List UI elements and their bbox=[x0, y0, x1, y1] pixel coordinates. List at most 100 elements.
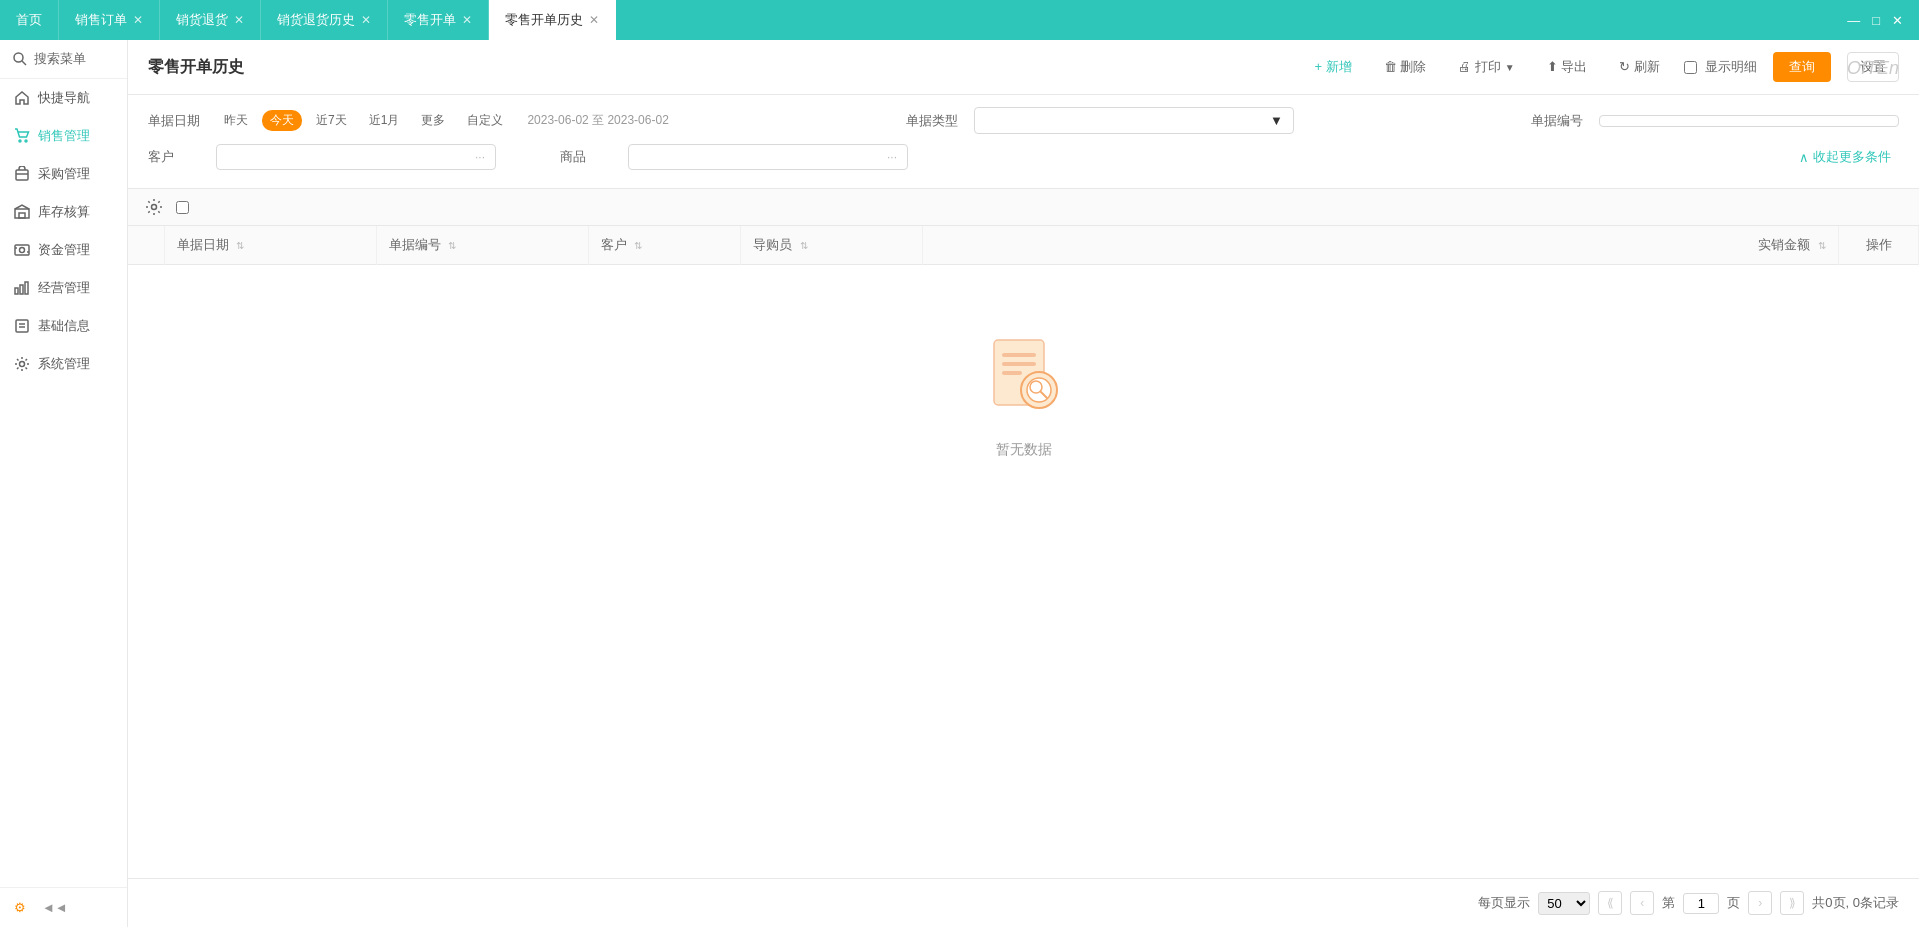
show-detail-label-text: 显示明细 bbox=[1705, 58, 1757, 76]
print-button[interactable]: 🖨 打印 ▼ bbox=[1450, 54, 1523, 80]
customer-input[interactable]: ··· bbox=[216, 144, 496, 170]
window-maximize[interactable]: □ bbox=[1872, 13, 1880, 28]
col-customer[interactable]: 客户 ⇅ bbox=[588, 226, 741, 265]
sidebar-item-basic-info-label: 基础信息 bbox=[38, 317, 90, 335]
prev-page-btn[interactable]: ‹ bbox=[1630, 891, 1654, 915]
first-page-btn[interactable]: ⟪ bbox=[1598, 891, 1622, 915]
bill-no-input[interactable] bbox=[1599, 115, 1899, 127]
toolbar: + 新增 🗑 删除 🖨 打印 ▼ ⬆ 导出 ↻ 刷新 显示明细 bbox=[1306, 52, 1899, 82]
shortcut-7days[interactable]: 近7天 bbox=[308, 110, 355, 131]
shortcut-more[interactable]: 更多 bbox=[413, 110, 453, 131]
delete-button[interactable]: 🗑 删除 bbox=[1376, 54, 1435, 80]
next-page-btn[interactable]: › bbox=[1748, 891, 1772, 915]
svg-rect-7 bbox=[19, 213, 25, 218]
sidebar-collapse-btn[interactable]: ◄◄ bbox=[42, 900, 68, 915]
add-button[interactable]: + 新增 bbox=[1306, 54, 1359, 80]
col-actions: 操作 bbox=[1839, 226, 1919, 265]
col-date-sort[interactable]: ⇅ bbox=[236, 240, 244, 251]
window-minimize[interactable]: — bbox=[1847, 13, 1860, 28]
col-amount-label: 实销金额 bbox=[1758, 237, 1810, 252]
col-customer-label: 客户 bbox=[601, 237, 627, 252]
bill-type-label: 单据类型 bbox=[906, 112, 962, 130]
sidebar-search[interactable]: 搜索菜单 bbox=[0, 40, 127, 79]
tab-sales-order[interactable]: 销售订单 ✕ bbox=[59, 0, 160, 40]
sidebar-item-quick-nav[interactable]: 快捷导航 bbox=[0, 79, 127, 117]
tab-sales-return-history[interactable]: 销货退货历史 ✕ bbox=[261, 0, 388, 40]
tab-sales-order-close[interactable]: ✕ bbox=[133, 13, 143, 27]
customer-browse-icon[interactable]: ··· bbox=[475, 150, 485, 164]
settings-button[interactable]: 设置 bbox=[1847, 52, 1899, 82]
empty-text: 暂无数据 bbox=[996, 441, 1052, 459]
sidebar-settings-btn[interactable]: ⚙ bbox=[14, 900, 26, 915]
sidebar-item-system-label: 系统管理 bbox=[38, 355, 90, 373]
window-close[interactable]: ✕ bbox=[1892, 13, 1903, 28]
tab-home[interactable]: 首页 bbox=[0, 0, 59, 40]
tab-sales-return[interactable]: 销货退货 ✕ bbox=[160, 0, 261, 40]
sidebar-item-sales-mgmt[interactable]: 销售管理 bbox=[0, 117, 127, 155]
tab-retail-open-close[interactable]: ✕ bbox=[462, 13, 472, 27]
table-area: 单据日期 ⇅ 单据编号 ⇅ 客户 ⇅ bbox=[128, 189, 1919, 878]
col-salesperson[interactable]: 导购员 ⇅ bbox=[741, 226, 923, 265]
tab-retail-open-label: 零售开单 bbox=[404, 11, 456, 29]
tab-sales-return-history-close[interactable]: ✕ bbox=[361, 13, 371, 27]
table-settings-icon[interactable] bbox=[144, 197, 164, 217]
col-checkbox bbox=[128, 226, 164, 265]
tab-retail-history[interactable]: 零售开单历史 ✕ bbox=[489, 0, 616, 40]
collapse-label: 收起更多条件 bbox=[1813, 148, 1891, 166]
print-dropdown-icon[interactable]: ▼ bbox=[1505, 62, 1515, 73]
sidebar-search-label: 搜索菜单 bbox=[34, 50, 86, 68]
shortcut-custom[interactable]: 自定义 bbox=[459, 110, 511, 131]
sidebar-item-inventory[interactable]: 库存核算 bbox=[0, 193, 127, 231]
col-amount[interactable]: 实销金额 ⇅ bbox=[923, 226, 1839, 265]
shortcut-1month[interactable]: 近1月 bbox=[361, 110, 408, 131]
shortcut-today[interactable]: 今天 bbox=[262, 110, 302, 131]
product-input[interactable]: ··· bbox=[628, 144, 908, 170]
product-browse-icon[interactable]: ··· bbox=[887, 150, 897, 164]
tab-sales-order-label: 销售订单 bbox=[75, 11, 127, 29]
tab-retail-history-close[interactable]: ✕ bbox=[589, 13, 599, 27]
tab-sales-return-close[interactable]: ✕ bbox=[234, 13, 244, 27]
col-actions-label: 操作 bbox=[1866, 237, 1892, 252]
col-date[interactable]: 单据日期 ⇅ bbox=[164, 226, 376, 265]
table-container: 单据日期 ⇅ 单据编号 ⇅ 客户 ⇅ bbox=[128, 226, 1919, 878]
refresh-button[interactable]: ↻ 刷新 bbox=[1611, 54, 1668, 80]
shortcut-yesterday[interactable]: 昨天 bbox=[216, 110, 256, 131]
sidebar-item-basic-info[interactable]: 基础信息 bbox=[0, 307, 127, 345]
last-page-btn[interactable]: ⟫ bbox=[1780, 891, 1804, 915]
print-label: 🖨 打印 bbox=[1458, 58, 1501, 76]
top-tabbar: 首页 销售订单 ✕ 销货退货 ✕ 销货退货历史 ✕ 零售开单 ✕ 零售开单历史 … bbox=[0, 0, 1919, 40]
col-customer-sort[interactable]: ⇅ bbox=[634, 240, 642, 251]
svg-rect-12 bbox=[15, 288, 18, 294]
pagination: 每页显示 50 10 20 100 ⟪ ‹ 第 页 › ⟫ 共0页, 0条记录 bbox=[128, 878, 1919, 927]
sidebar-item-system[interactable]: 系统管理 bbox=[0, 345, 127, 383]
col-no[interactable]: 单据编号 ⇅ bbox=[376, 226, 588, 265]
per-page-select[interactable]: 50 10 20 100 bbox=[1538, 892, 1590, 915]
delete-label: 🗑 删除 bbox=[1384, 58, 1427, 76]
refresh-label: ↻ 刷新 bbox=[1619, 58, 1660, 76]
tab-retail-open[interactable]: 零售开单 ✕ bbox=[388, 0, 489, 40]
bill-no-label: 单据编号 bbox=[1531, 112, 1587, 130]
col-amount-sort[interactable]: ⇅ bbox=[1818, 240, 1826, 251]
info-icon bbox=[14, 318, 30, 334]
collapse-btn[interactable]: ∧ 收起更多条件 bbox=[1791, 144, 1899, 170]
bill-type-select[interactable]: ▼ bbox=[974, 107, 1294, 134]
sidebar-item-finance[interactable]: 资金管理 bbox=[0, 231, 127, 269]
empty-state: 暂无数据 bbox=[128, 265, 1919, 519]
svg-point-0 bbox=[14, 53, 23, 62]
svg-rect-14 bbox=[25, 282, 28, 294]
bill-type-dropdown-icon: ▼ bbox=[1270, 113, 1283, 128]
select-all-checkbox[interactable] bbox=[176, 201, 189, 214]
sidebar-item-finance-label: 资金管理 bbox=[38, 241, 90, 259]
show-detail-toggle[interactable]: 显示明细 bbox=[1684, 58, 1757, 76]
table-toolbar bbox=[128, 189, 1919, 226]
export-button[interactable]: ⬆ 导出 bbox=[1539, 54, 1596, 80]
col-salesperson-sort[interactable]: ⇅ bbox=[800, 240, 808, 251]
sidebar-item-purchase-mgmt[interactable]: 采购管理 bbox=[0, 155, 127, 193]
query-button[interactable]: 查询 bbox=[1773, 52, 1831, 82]
table-header-row: 单据日期 ⇅ 单据编号 ⇅ 客户 ⇅ bbox=[128, 226, 1919, 265]
sidebar-item-purchase-mgmt-label: 采购管理 bbox=[38, 165, 90, 183]
page-input[interactable] bbox=[1683, 893, 1719, 914]
col-no-sort[interactable]: ⇅ bbox=[448, 240, 456, 251]
sidebar-item-operations[interactable]: 经营管理 bbox=[0, 269, 127, 307]
show-detail-checkbox[interactable] bbox=[1684, 61, 1697, 74]
